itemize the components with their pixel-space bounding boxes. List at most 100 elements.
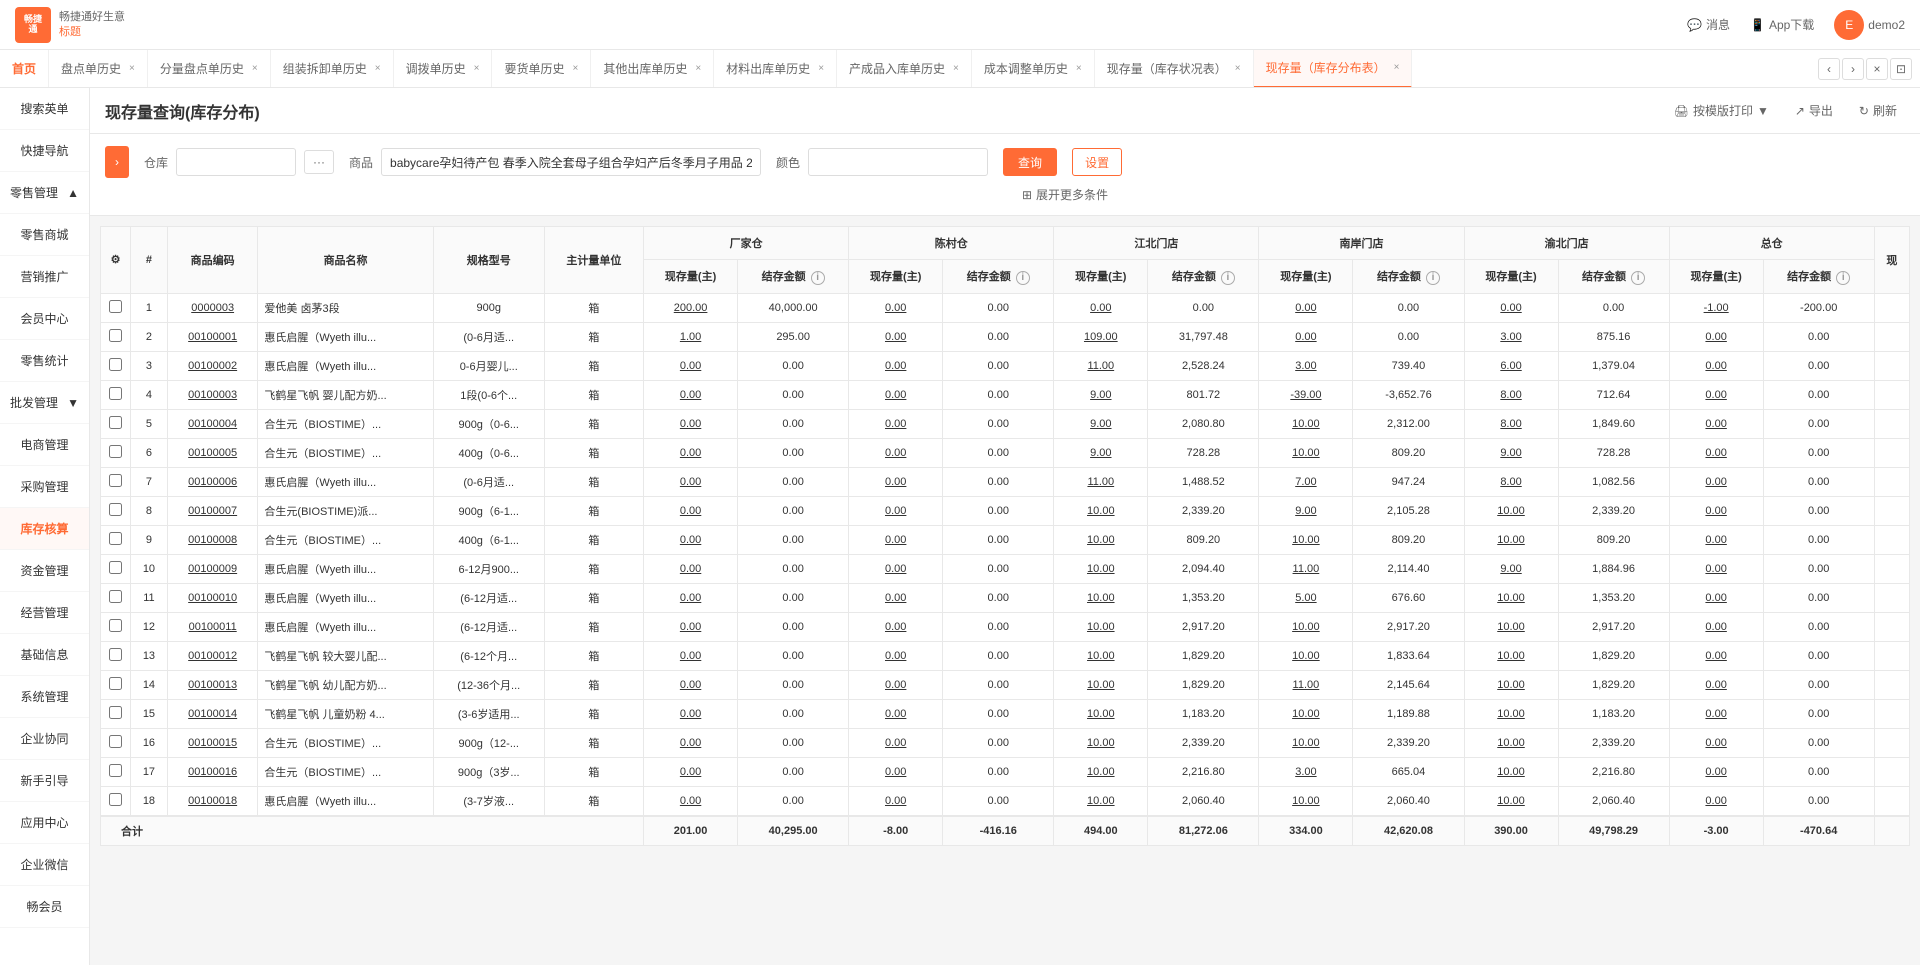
sidebar-item-inventory[interactable]: 库存核算 [0,508,89,550]
row-checkbox[interactable] [101,351,131,380]
tab-cunliang-dist[interactable]: 现存量（库存分布表）× [1254,50,1413,88]
row-current [1874,699,1909,728]
row-checkbox[interactable] [101,641,131,670]
tab-cunliang-status[interactable]: 现存量（库存状况表）× [1095,50,1254,88]
row-checkbox[interactable] [101,409,131,438]
tab-qitachu-close[interactable]: × [695,63,701,74]
row-checkbox[interactable] [101,612,131,641]
info-icon-jb[interactable]: i [1221,271,1235,285]
product-input[interactable] [381,148,761,176]
tab-cunliang-status-close[interactable]: × [1235,63,1241,74]
row-checkbox[interactable] [101,728,131,757]
row-checkbox[interactable] [101,467,131,496]
nav-expand[interactable]: ⊡ [1890,58,1912,80]
tab-chanchengruku-close[interactable]: × [953,63,959,74]
collapse-btn[interactable]: › [105,146,129,178]
row-checkbox[interactable] [101,786,131,816]
sidebar-item-retailstat[interactable]: 零售统计 [0,340,89,382]
row-code: 00100014 [167,699,258,728]
row-unit: 箱 [544,728,643,757]
warehouse-ellipsis[interactable]: ··· [304,150,334,174]
sidebar-item-member2[interactable]: 畅会员 [0,886,89,928]
sidebar-item-retail[interactable]: 零售管理 ▲ [0,172,89,214]
tab-cunliang-dist-close[interactable]: × [1394,62,1400,73]
row-checkbox[interactable] [101,380,131,409]
tab-pandian-close[interactable]: × [129,63,135,74]
sidebar-item-finance[interactable]: 资金管理 [0,550,89,592]
info-icon-na[interactable]: i [1426,271,1440,285]
tab-fenpandian-close[interactable]: × [252,63,258,74]
tab-home[interactable]: 首页 [0,50,49,88]
sidebar-item-retailshop[interactable]: 零售商城 [0,214,89,256]
tab-diaobuo-close[interactable]: × [474,63,480,74]
tab-chengbentz-close[interactable]: × [1076,63,1082,74]
sidebar-item-marketing[interactable]: 营销推广 [0,256,89,298]
tab-qitachu[interactable]: 其他出库单历史 × [591,50,714,88]
row-jb-qty: 10.00 [1054,554,1148,583]
info-icon-yb[interactable]: i [1631,271,1645,285]
th-settings[interactable]: ⚙ [101,227,131,294]
query-button[interactable]: 查询 [1003,148,1057,176]
expand-conditions-btn[interactable]: ⊞ 展开更多条件 [1022,186,1108,203]
refresh-btn[interactable]: ↻ 刷新 [1851,98,1905,123]
row-checkbox[interactable] [101,496,131,525]
info-icon-cc[interactable]: i [1016,271,1030,285]
row-na-amt: 739.40 [1353,351,1464,380]
row-zc-qty: 0.00 [1669,583,1763,612]
row-checkbox[interactable] [101,670,131,699]
row-na-amt: 2,917.20 [1353,612,1464,641]
nav-next[interactable]: › [1842,58,1864,80]
info-icon-cj[interactable]: i [811,271,825,285]
tab-diaobuo[interactable]: 调拨单历史 × [394,50,493,88]
sidebar-item-search[interactable]: 搜索英单 [0,88,89,130]
tab-pandian[interactable]: 盘点单历史 × [49,50,148,88]
sidebar-item-guide[interactable]: 新手引导 [0,760,89,802]
row-zc-amt: 0.00 [1763,728,1874,757]
tab-chengbentz[interactable]: 成本调整单历史 × [972,50,1095,88]
tab-cailiaochuku-close[interactable]: × [818,63,824,74]
color-input[interactable] [808,148,988,176]
tab-fenpandian[interactable]: 分量盘点单历史 × [148,50,271,88]
row-checkbox[interactable] [101,525,131,554]
tab-yaohuo-close[interactable]: × [572,63,578,74]
gear-icon[interactable]: ⚙ [111,254,121,266]
tab-zuhe[interactable]: 组装拆卸单历史 × [271,50,394,88]
sidebar-item-wholesale[interactable]: 批发管理 ▼ [0,382,89,424]
sidebar-item-nav[interactable]: 快捷导航 [0,130,89,172]
row-checkbox[interactable] [101,322,131,351]
row-zc-amt: 0.00 [1763,554,1874,583]
row-code: 00100015 [167,728,258,757]
th-cc-qty: 现存量(主) [849,260,943,294]
row-checkbox[interactable] [101,554,131,583]
sidebar-item-collab[interactable]: 企业协同 [0,718,89,760]
th-nanan: 南岸门店 [1259,227,1464,260]
user-area[interactable]: E demo2 [1834,10,1905,40]
sidebar-item-ops[interactable]: 经营管理 [0,592,89,634]
sidebar-item-purchase[interactable]: 采购管理 [0,466,89,508]
nav-close[interactable]: × [1866,58,1888,80]
tab-yaohuo[interactable]: 要货单历史 × [492,50,591,88]
sidebar-item-base[interactable]: 基础信息 [0,634,89,676]
sidebar-item-appcenter[interactable]: 应用中心 [0,802,89,844]
tab-zuhe-close[interactable]: × [375,63,381,74]
tab-chanchengruku[interactable]: 产成品入库单历史 × [837,50,972,88]
sidebar-item-system[interactable]: 系统管理 [0,676,89,718]
nav-prev[interactable]: ‹ [1818,58,1840,80]
row-checkbox[interactable] [101,438,131,467]
export-btn[interactable]: ↗ 导出 [1787,98,1841,123]
row-name: 合生元（BIOSTIME）... [258,525,433,554]
row-checkbox[interactable] [101,583,131,612]
row-checkbox[interactable] [101,757,131,786]
print-btn[interactable]: 🖨 按模版打印 ▼ [1666,98,1777,123]
sidebar-item-member[interactable]: 会员中心 [0,298,89,340]
info-icon-zc[interactable]: i [1836,271,1850,285]
sidebar-item-corpwx[interactable]: 企业微信 [0,844,89,886]
message-action[interactable]: 💬 消息 [1687,16,1730,33]
tab-cailiaochuku[interactable]: 材料出库单历史 × [714,50,837,88]
warehouse-input[interactable] [176,148,296,176]
setting-button[interactable]: 设置 [1072,148,1122,176]
row-checkbox[interactable] [101,699,131,728]
app-download-action[interactable]: 📱 App下载 [1750,16,1814,33]
row-checkbox[interactable] [101,293,131,322]
sidebar-item-ecom[interactable]: 电商管理 [0,424,89,466]
